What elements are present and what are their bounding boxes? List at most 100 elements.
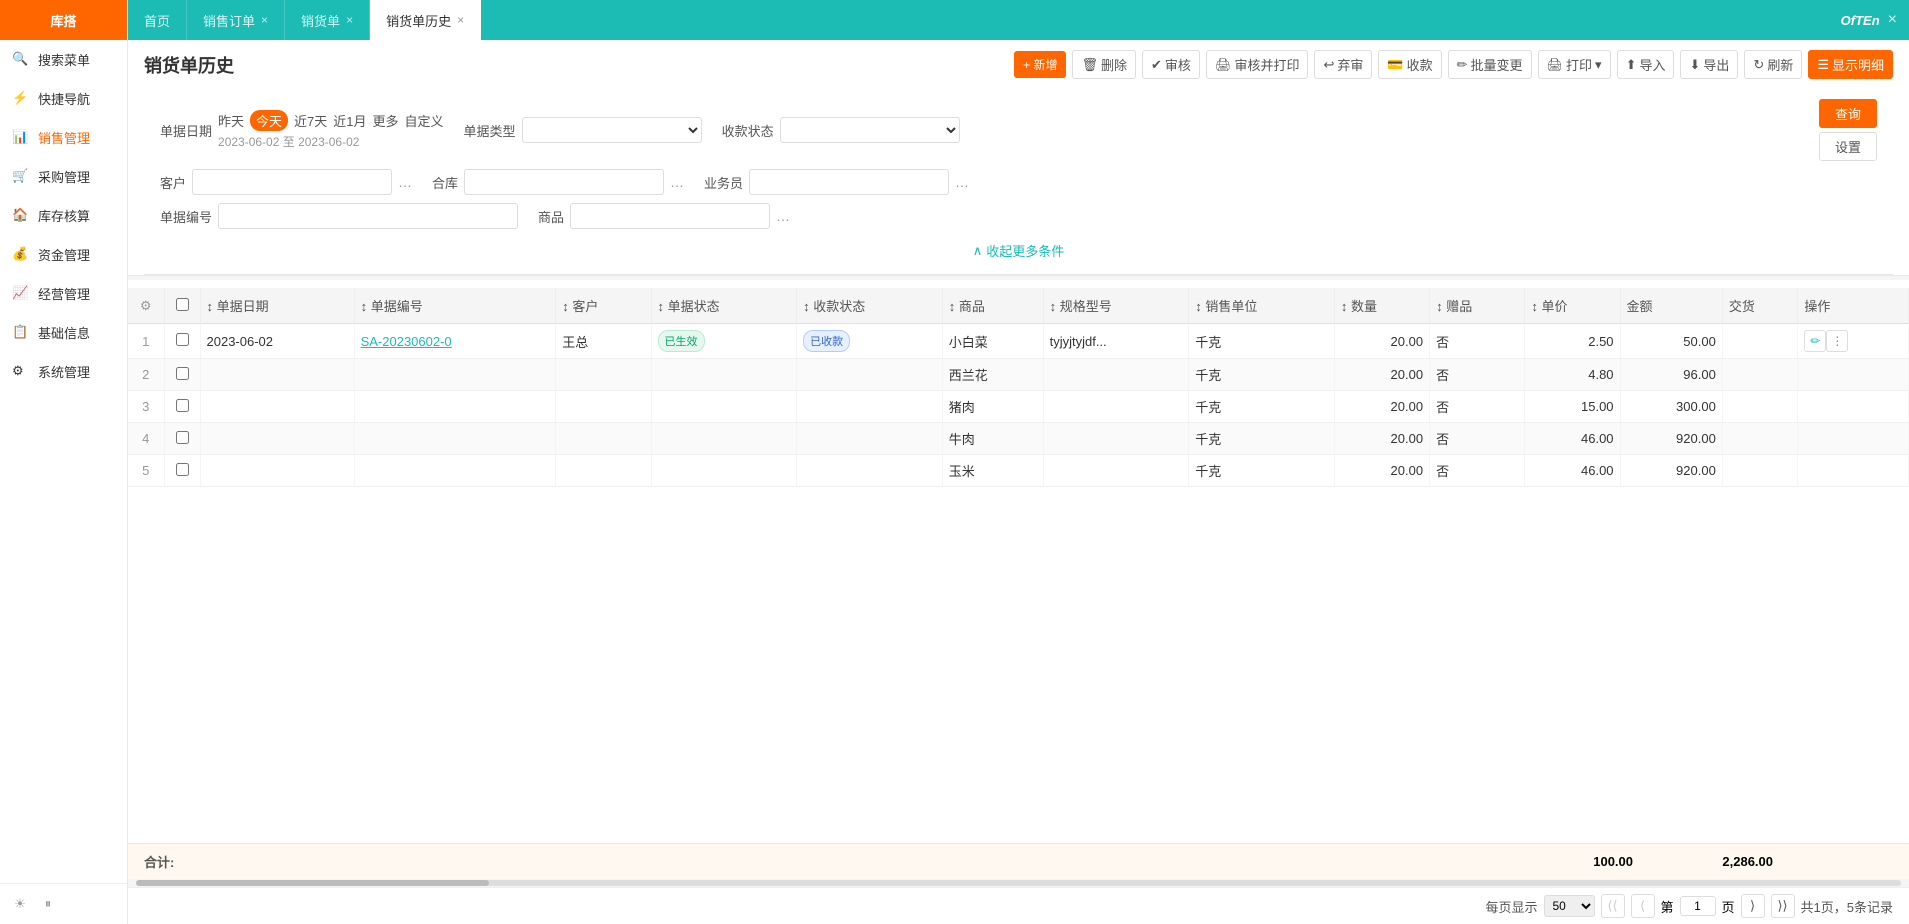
page-first-btn[interactable]: ⟨⟨ [1601,894,1625,918]
table-row: 2西兰花千克20.00否4.8096.00 [128,359,1909,391]
tab-close-sales-order[interactable]: × [261,13,268,27]
th-amount: 金额 [1620,288,1722,324]
td-transaction [1722,391,1798,423]
collect-button[interactable]: 💳 收款 [1378,50,1441,79]
tab-sales-delivery[interactable]: 销货单 × [285,0,370,40]
scrollbar-track[interactable] [136,880,1901,886]
setting-button[interactable]: 设置 [1819,132,1877,161]
page-size-select[interactable]: 50 100 200 [1544,895,1595,917]
th-goods[interactable]: ↕ 商品 [942,288,1043,324]
sidebar-item-quick-nav[interactable]: ⚡ 快捷导航 [0,79,127,118]
th-doc-date[interactable]: ↕ 单据日期 [200,288,354,324]
th-spec[interactable]: ↕ 规格型号 [1043,288,1189,324]
customer-input[interactable] [192,169,392,195]
filter-collapse[interactable]: ∧ 收起更多条件 [160,237,1877,264]
show-detail-button[interactable]: ☰ 显示明细 [1808,50,1893,79]
more-btn[interactable]: ⋮ [1826,330,1848,352]
collect-status-select[interactable] [780,117,960,143]
th-customer[interactable]: ↕ 客户 [556,288,651,324]
doc-type-select[interactable] [522,117,702,143]
page-last-btn[interactable]: ⟩⟩ [1771,894,1795,918]
batch-change-button[interactable]: ✏ 批量变更 [1448,50,1532,79]
td-doc-status [651,423,797,455]
page-next-btn[interactable]: ⟩ [1741,894,1765,918]
td-checkbox[interactable] [164,324,200,359]
review-button[interactable]: ✔ 审核 [1142,50,1200,79]
th-unit-price[interactable]: ↕ 单价 [1525,288,1620,324]
th-checkbox[interactable] [164,288,200,324]
footer-label: 合计: [144,852,174,871]
th-doc-no[interactable]: ↕ 单据编号 [354,288,556,324]
sidebar-item-purchase-mgmt[interactable]: 🛒 采购管理 [0,157,127,196]
page-number-input[interactable] [1680,896,1716,916]
th-doc-status[interactable]: ↕ 单据状态 [651,288,797,324]
shortcut-today[interactable]: 今天 [250,110,288,131]
th-settings[interactable]: ⚙ [128,288,164,324]
td-doc-no[interactable] [354,423,556,455]
td-checkbox[interactable] [164,391,200,423]
shortcut-custom[interactable]: 自定义 [405,111,444,130]
query-button[interactable]: 查询 [1819,99,1877,128]
page-prev-btn[interactable]: ⟨ [1631,894,1655,918]
window-close-btn[interactable]: × [1888,11,1897,29]
td-doc-no[interactable] [354,391,556,423]
sidebar-item-finance-mgmt[interactable]: 💰 资金管理 [0,235,127,274]
sidebar-bottom: ☀ ⏸ [0,883,127,924]
delete-icon: 🗑 [1081,57,1098,73]
abandon-button[interactable]: ↩ 弃审 [1314,50,1372,79]
sidebar-item-operation-mgmt[interactable]: 📈 经营管理 [0,274,127,313]
th-qty[interactable]: ↕ 数量 [1334,288,1429,324]
sidebar-item-search-menu[interactable]: 🔍 搜索菜单 [0,40,127,79]
refresh-button[interactable]: ↻ 刷新 [1744,50,1802,79]
table-container[interactable]: ⚙ ↕ 单据日期 ↕ 单据编号 [128,288,1909,843]
doc-no-input[interactable] [218,203,518,229]
shortcut-7days[interactable]: 近7天 [294,111,327,130]
export-button[interactable]: ⬇ 导出 [1680,50,1738,79]
filter-area: 单据日期 昨天 今天 近7天 近1月 更多 自定义 2023-06-02 至 2… [144,89,1893,275]
tab-sales-history[interactable]: 销货单历史 × [370,0,481,40]
sidebar-bottom-btn-1[interactable]: ☀ [8,892,32,916]
toolbar: + 新增 🗑 删除 ✔ 审核 🖨 审核并打印 ↩ [1014,50,1893,79]
edit-btn[interactable]: ✏ [1804,330,1826,352]
tab-close-sales-history[interactable]: × [457,13,464,27]
print-button[interactable]: 🖨 打印 ▾ [1538,50,1611,79]
salesperson-input[interactable] [749,169,949,195]
td-checkbox[interactable] [164,359,200,391]
td-checkbox[interactable] [164,423,200,455]
th-collect-status[interactable]: ↕ 收款状态 [797,288,943,324]
td-doc-no[interactable] [354,455,556,487]
sidebar-item-stock-calc[interactable]: 🏠 库存核算 [0,196,127,235]
td-gift: 否 [1430,391,1525,423]
scrollbar-thumb[interactable] [136,880,489,886]
review-print-button[interactable]: 🖨 审核并打印 [1206,50,1309,79]
horizontal-scrollbar[interactable] [128,879,1909,887]
shortcut-1month[interactable]: 近1月 [333,111,366,130]
shortcut-more[interactable]: 更多 [373,111,399,130]
content-area: 销货单历史 + 新增 🗑 删除 ✔ 审核 🖨 审核并打印 [128,40,1909,924]
td-checkbox[interactable] [164,455,200,487]
tab-sales-order[interactable]: 销售订单 × [187,0,285,40]
settings-gear-icon[interactable]: ⚙ [140,298,152,313]
sidebar-item-basic-info[interactable]: 📋 基础信息 [0,313,127,352]
select-all-checkbox[interactable] [176,298,189,311]
th-gift[interactable]: ↕ 赠品 [1430,288,1525,324]
td-doc-date [200,391,354,423]
tab-home[interactable]: 首页 [128,0,187,40]
filter-group-collect-status: 收款状态 [722,117,960,143]
sidebar-item-sales-mgmt[interactable]: 📊 销售管理 [0,118,127,157]
shortcut-yesterday[interactable]: 昨天 [218,111,244,130]
page-title: 销货单历史 [144,52,234,78]
tab-close-sales-delivery[interactable]: × [346,13,353,27]
delete-button[interactable]: 🗑 删除 [1072,50,1136,79]
new-button[interactable]: + 新增 [1014,51,1066,78]
import-button[interactable]: ⬆ 导入 [1617,50,1675,79]
warehouse-input[interactable] [464,169,664,195]
td-doc-no[interactable]: SA-20230602-0 [354,324,556,359]
goods-input[interactable] [570,203,770,229]
td-spec [1043,455,1189,487]
td-doc-no[interactable] [354,359,556,391]
td-goods: 玉米 [942,455,1043,487]
sidebar-bottom-btn-2[interactable]: ⏸ [36,892,60,916]
th-sales-unit[interactable]: ↕ 销售单位 [1189,288,1335,324]
sidebar-item-system-mgmt[interactable]: ⚙ 系统管理 [0,352,127,391]
